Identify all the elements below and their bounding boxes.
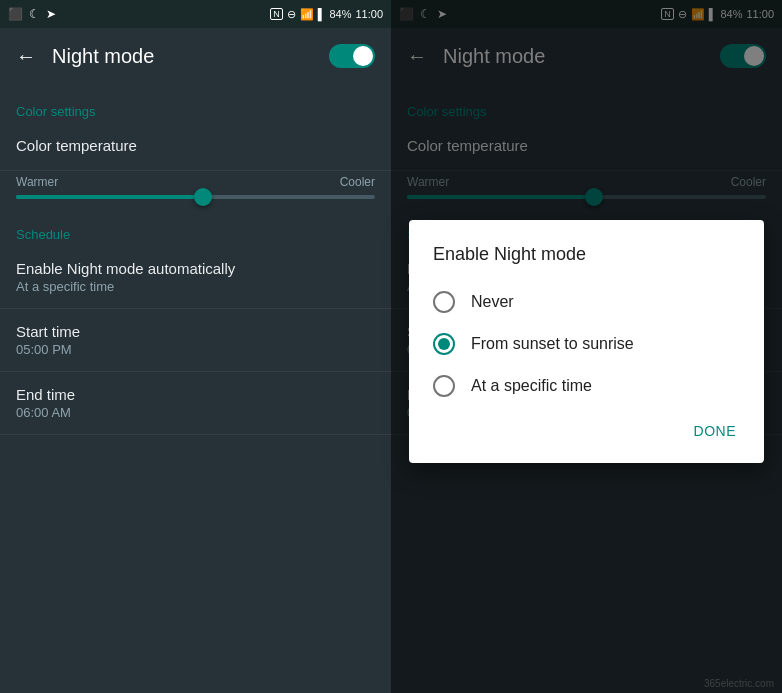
- start-time-setting[interactable]: Start time 05:00 PM: [0, 309, 391, 372]
- end-time-setting[interactable]: End time 06:00 AM: [0, 372, 391, 435]
- left-panel-content: Color settings Color temperature Warmer …: [0, 84, 391, 693]
- option-sunset-label: From sunset to sunrise: [471, 335, 634, 353]
- option-never-label: Never: [471, 293, 514, 311]
- nfc-icon: N: [270, 8, 283, 20]
- cooler-label: Cooler: [340, 175, 375, 189]
- night-mode-toggle-left[interactable]: [329, 44, 375, 68]
- arrow-icon: ➤: [46, 7, 56, 21]
- dialog-option-sunset[interactable]: From sunset to sunrise: [409, 323, 764, 365]
- slider-track[interactable]: [16, 195, 375, 199]
- schedule-label-left: Schedule: [0, 215, 391, 246]
- left-header: ← Night mode: [0, 28, 391, 84]
- temperature-slider-container[interactable]: Warmer Cooler: [0, 171, 391, 215]
- left-panel: ⬛ ☾ ➤ N ⊖ 📶 ▌ 84% 11:00 ← Night mode Col…: [0, 0, 391, 693]
- color-temperature-setting: Color temperature: [0, 123, 391, 171]
- right-panel: ⬛ ☾ ➤ N ⊖ 📶 ▌ 84% 11:00 ← Night mode Col…: [391, 0, 782, 693]
- dialog-option-specific-time[interactable]: At a specific time: [409, 365, 764, 407]
- moon-icon: ☾: [29, 7, 40, 21]
- toggle-knob-left: [353, 46, 373, 66]
- time-display-left: 11:00: [355, 8, 383, 20]
- enable-night-mode-dialog: Enable Night mode Never From sunset to s…: [409, 220, 764, 463]
- slider-fill: [16, 195, 203, 199]
- start-time-value: 05:00 PM: [16, 342, 375, 357]
- start-time-title: Start time: [16, 323, 375, 340]
- color-temp-title: Color temperature: [16, 137, 375, 154]
- radio-inner-sunset: [438, 338, 450, 350]
- signal-icon: ▌: [318, 8, 326, 20]
- color-settings-label-left: Color settings: [0, 92, 391, 123]
- warmer-label: Warmer: [16, 175, 58, 189]
- slider-thumb[interactable]: [194, 188, 212, 206]
- status-left-icons: ⬛ ☾ ➤: [8, 7, 56, 21]
- back-button-left[interactable]: ←: [16, 45, 36, 68]
- radio-never[interactable]: [433, 291, 455, 313]
- dialog-option-never[interactable]: Never: [409, 281, 764, 323]
- enable-night-mode-title: Enable Night mode automatically: [16, 260, 375, 277]
- wifi-icon: 📶: [300, 8, 314, 21]
- dialog-done-button[interactable]: DONE: [682, 415, 748, 447]
- page-title-left: Night mode: [52, 45, 313, 68]
- minus-circle-icon: ⊖: [287, 8, 296, 21]
- menu-icon: ⬛: [8, 7, 23, 21]
- enable-night-mode-subtitle: At a specific time: [16, 279, 375, 294]
- dialog-actions: DONE: [409, 407, 764, 455]
- enable-night-mode-setting[interactable]: Enable Night mode automatically At a spe…: [0, 246, 391, 309]
- end-time-title: End time: [16, 386, 375, 403]
- dialog-title: Enable Night mode: [409, 244, 764, 281]
- status-bar-left: ⬛ ☾ ➤ N ⊖ 📶 ▌ 84% 11:00: [0, 0, 391, 28]
- battery-text: 84%: [329, 8, 351, 20]
- radio-sunset[interactable]: [433, 333, 455, 355]
- status-right-icons: N ⊖ 📶 ▌ 84% 11:00: [270, 8, 383, 21]
- end-time-value: 06:00 AM: [16, 405, 375, 420]
- slider-labels: Warmer Cooler: [16, 175, 375, 189]
- option-specific-time-label: At a specific time: [471, 377, 592, 395]
- radio-specific-time[interactable]: [433, 375, 455, 397]
